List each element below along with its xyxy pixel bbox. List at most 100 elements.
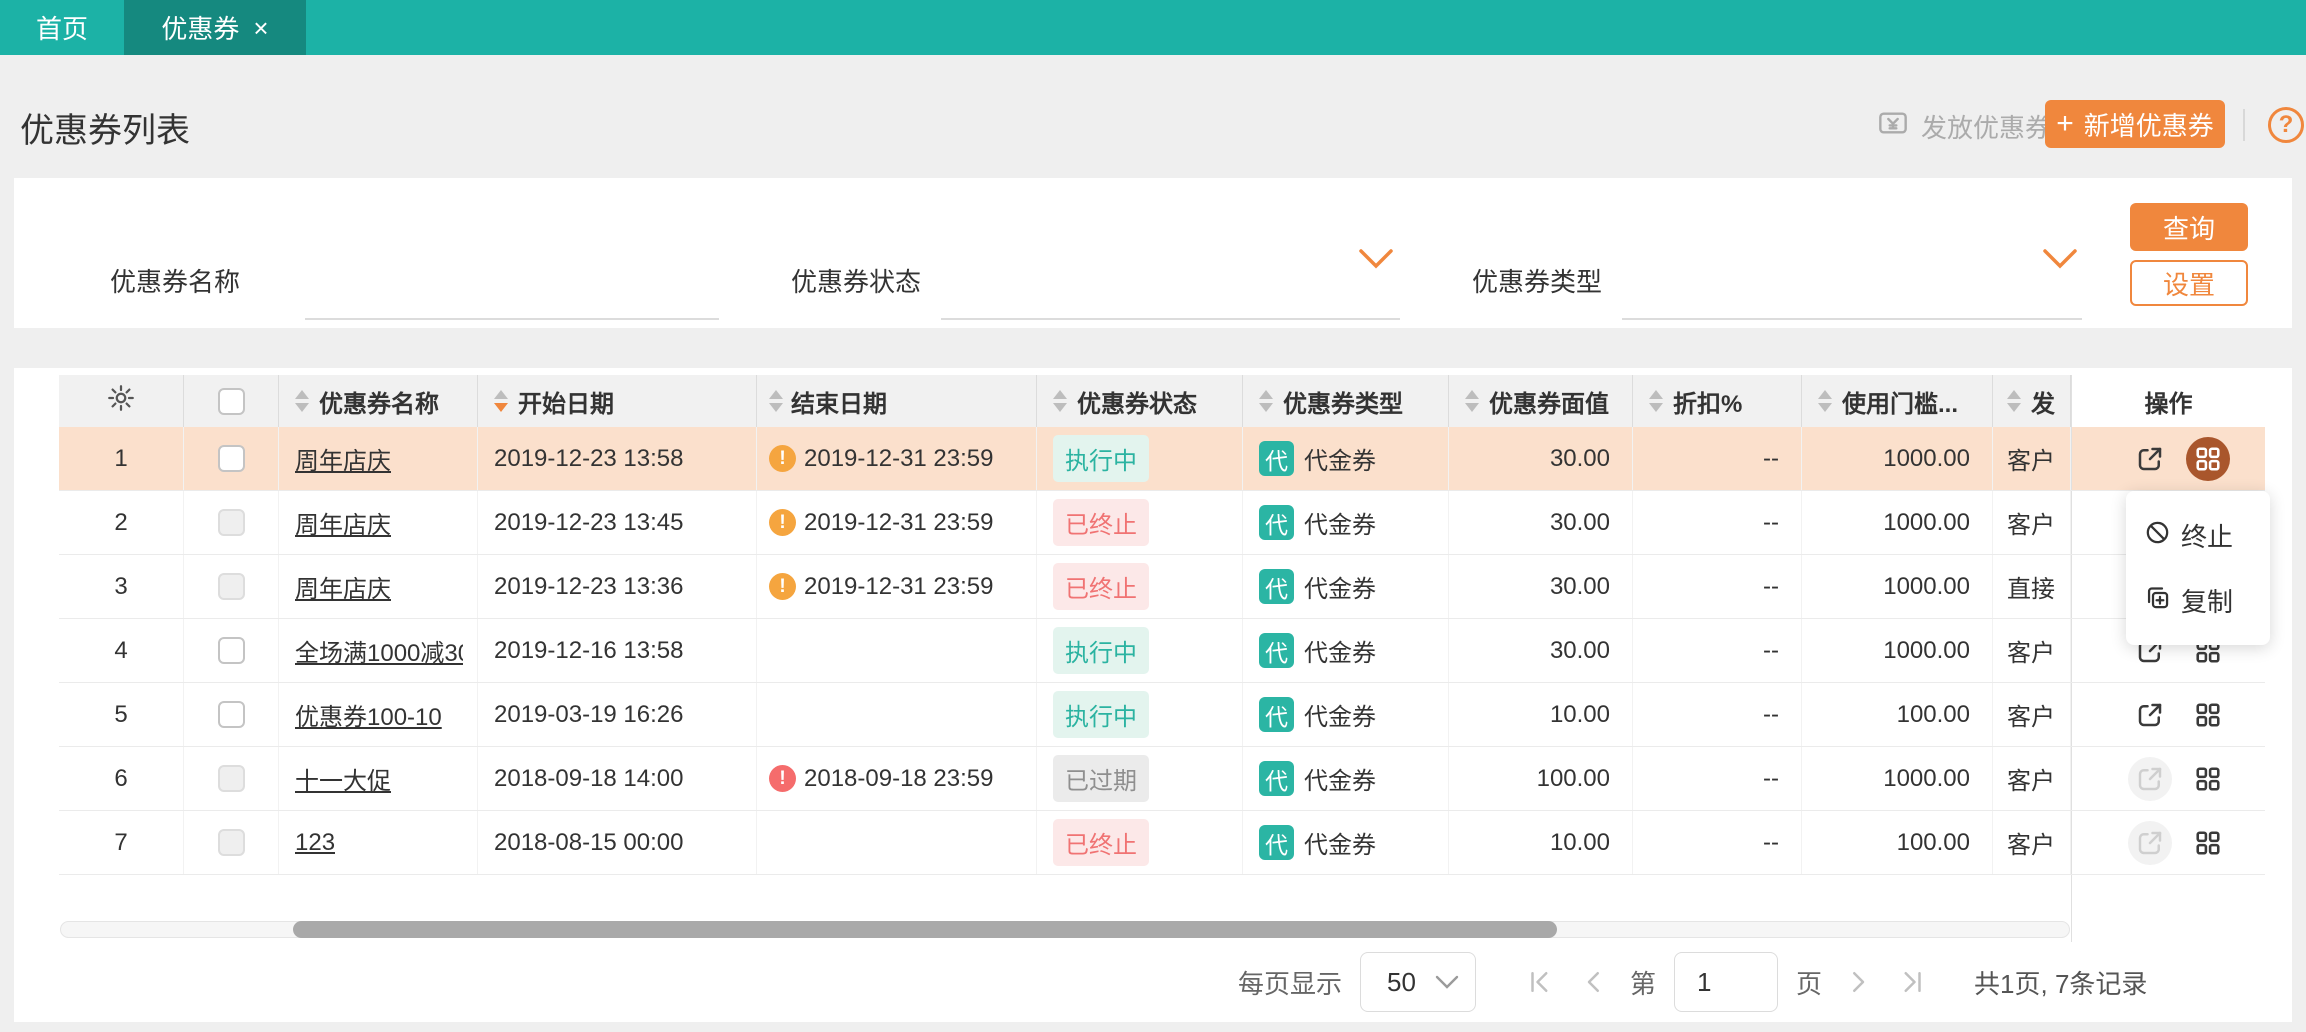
help-icon[interactable]: ? — [2268, 107, 2304, 143]
horizontal-scrollbar-track[interactable] — [60, 921, 2070, 938]
menu-item-copy[interactable]: 复制 — [2126, 568, 2270, 633]
add-coupon-button[interactable]: + 新增优惠券 — [2045, 100, 2225, 148]
header-discount[interactable]: 折扣% — [1633, 375, 1802, 427]
header-divider — [2243, 109, 2245, 141]
row-checkbox[interactable] — [217, 637, 245, 664]
page-number-input[interactable] — [1674, 952, 1779, 1012]
header-start-date[interactable]: 开始日期 — [478, 375, 757, 427]
issue-method-cell: 客户 — [1993, 747, 2071, 810]
sort-icon[interactable] — [295, 390, 309, 412]
horizontal-scrollbar-thumb[interactable] — [293, 921, 1557, 938]
first-page-button[interactable] — [1522, 964, 1558, 1000]
start-date-cell: 2019-12-23 13:36 — [478, 555, 757, 618]
share-button[interactable] — [2128, 756, 2172, 801]
table-row[interactable]: 4 全场满1000减30 2019-12-16 13:58 ! 执行中 代 代金… — [59, 619, 2265, 683]
sort-icon[interactable] — [769, 390, 783, 412]
row-checkbox[interactable] — [217, 445, 245, 472]
gear-icon[interactable] — [106, 383, 136, 420]
sort-icon[interactable] — [1259, 390, 1273, 412]
last-page-button[interactable] — [1894, 964, 1930, 1000]
records-summary: 共1页, 7条记录 — [1974, 968, 2148, 999]
chevron-down-icon[interactable] — [1358, 248, 1394, 270]
header-threshold[interactable]: 使用门槛... — [1802, 375, 1993, 427]
row-checkbox[interactable] — [217, 701, 245, 728]
coupon-type-icon: 代 — [1259, 441, 1294, 476]
search-button[interactable]: 查询 — [2130, 203, 2248, 251]
coupon-type-icon: 代 — [1259, 569, 1294, 604]
more-actions-button[interactable] — [2186, 693, 2230, 737]
header-coupon-name[interactable]: 优惠券名称 — [279, 375, 478, 427]
row-index: 2 — [59, 491, 184, 554]
coupon-name-link[interactable]: 123 — [295, 829, 335, 857]
header-end-date[interactable]: 结束日期 — [757, 375, 1037, 427]
coupon-status-select[interactable] — [941, 318, 1400, 320]
sort-icon[interactable] — [1818, 390, 1832, 412]
pagination-bar: 每页显示 50 第 页 共1页, 7条记录 — [1238, 950, 2147, 1014]
select-all-header[interactable] — [184, 375, 279, 427]
more-actions-button[interactable] — [2186, 821, 2230, 865]
coupon-type-label: 代金券 — [1304, 576, 1376, 603]
menu-item-terminate[interactable]: 终止 — [2126, 503, 2270, 568]
table-row[interactable]: 6 十一大促 2018-09-18 14:00 ! 2018-09-18 23:… — [59, 747, 2265, 811]
coupon-type-icon: 代 — [1259, 633, 1294, 668]
page-size-value: 50 — [1387, 966, 1416, 997]
sort-icon[interactable] — [2007, 390, 2021, 412]
more-actions-button[interactable] — [2186, 757, 2230, 801]
coupon-type-label: 代金券 — [1304, 832, 1376, 859]
coupon-name-link[interactable]: 全场满1000减30 — [295, 633, 463, 668]
coupon-type-icon: 代 — [1259, 505, 1294, 540]
table-row[interactable]: 1 周年店庆 2019-12-23 13:58 ! 2019-12-31 23:… — [59, 427, 2265, 491]
status-badge: 执行中 — [1053, 691, 1149, 738]
coupon-name-link[interactable]: 周年店庆 — [295, 505, 391, 540]
tab-home[interactable]: 首页 — [0, 0, 124, 55]
page-size-select[interactable]: 50 — [1360, 952, 1477, 1012]
threshold-cell: 100.00 — [1802, 811, 1993, 874]
coupon-type-label: 代金券 — [1304, 704, 1376, 731]
share-button[interactable] — [2128, 820, 2172, 865]
row-index: 6 — [59, 747, 184, 810]
row-checkbox[interactable] — [217, 573, 245, 600]
end-date-cell: ! 2019-12-31 23:59 — [757, 427, 1037, 490]
next-page-button[interactable] — [1840, 964, 1876, 1000]
sort-icon[interactable] — [1053, 390, 1067, 412]
column-settings-header[interactable] — [59, 375, 184, 427]
sort-icon[interactable] — [1465, 390, 1479, 412]
discount-cell: -- — [1633, 427, 1802, 490]
share-button[interactable] — [2128, 693, 2172, 737]
face-value-cell: 30.00 — [1449, 619, 1633, 682]
previous-page-button[interactable] — [1576, 964, 1612, 1000]
table-row[interactable]: 7 123 2018-08-15 00:00 ! 已终止 代 代金券 10.00… — [59, 811, 2265, 875]
coupon-name-input[interactable] — [305, 318, 719, 320]
header-coupon-status[interactable]: 优惠券状态 — [1037, 375, 1243, 427]
header-coupon-type[interactable]: 优惠券类型 — [1243, 375, 1449, 427]
more-actions-button[interactable] — [2186, 436, 2230, 481]
coupon-name-link[interactable]: 周年店庆 — [295, 441, 391, 476]
row-checkbox[interactable] — [217, 765, 245, 792]
row-checkbox[interactable] — [217, 509, 245, 536]
issue-method-cell: 客户 — [1993, 619, 2071, 682]
coupon-name-link[interactable]: 周年店庆 — [295, 569, 391, 604]
chevron-down-icon[interactable] — [2042, 248, 2078, 270]
coupon-name-link[interactable]: 优惠券100-10 — [295, 697, 442, 732]
issue-coupon-label: 发放优惠券 — [1921, 112, 2052, 143]
header-face-value[interactable]: 优惠券面值 — [1449, 375, 1633, 427]
share-button[interactable] — [2128, 437, 2172, 481]
ban-icon — [2144, 519, 2171, 553]
issue-method-cell: 客户 — [1993, 811, 2071, 874]
issue-coupon-button[interactable]: 发放优惠券 — [1877, 104, 2051, 148]
table-row[interactable]: 3 周年店庆 2019-12-23 13:36 ! 2019-12-31 23:… — [59, 555, 2265, 619]
sort-icon[interactable] — [1649, 390, 1663, 412]
coupon-name-link[interactable]: 十一大促 — [295, 761, 391, 796]
row-checkbox[interactable] — [217, 829, 245, 856]
tab-coupon[interactable]: 优惠券 × — [124, 0, 306, 55]
warning-icon: ! — [769, 445, 796, 472]
close-tab-icon[interactable]: × — [253, 15, 268, 41]
header-issue-method[interactable]: 发 — [1993, 375, 2071, 427]
select-all-checkbox[interactable] — [217, 387, 245, 415]
threshold-cell: 1000.00 — [1802, 747, 1993, 810]
settings-button[interactable]: 设置 — [2130, 260, 2248, 306]
table-row[interactable]: 2 周年店庆 2019-12-23 13:45 ! 2019-12-31 23:… — [59, 491, 2265, 555]
sort-icon[interactable] — [494, 390, 508, 412]
coupon-type-select[interactable] — [1622, 318, 2082, 320]
table-row[interactable]: 5 优惠券100-10 2019-03-19 16:26 ! 执行中 代 代金券… — [59, 683, 2265, 747]
